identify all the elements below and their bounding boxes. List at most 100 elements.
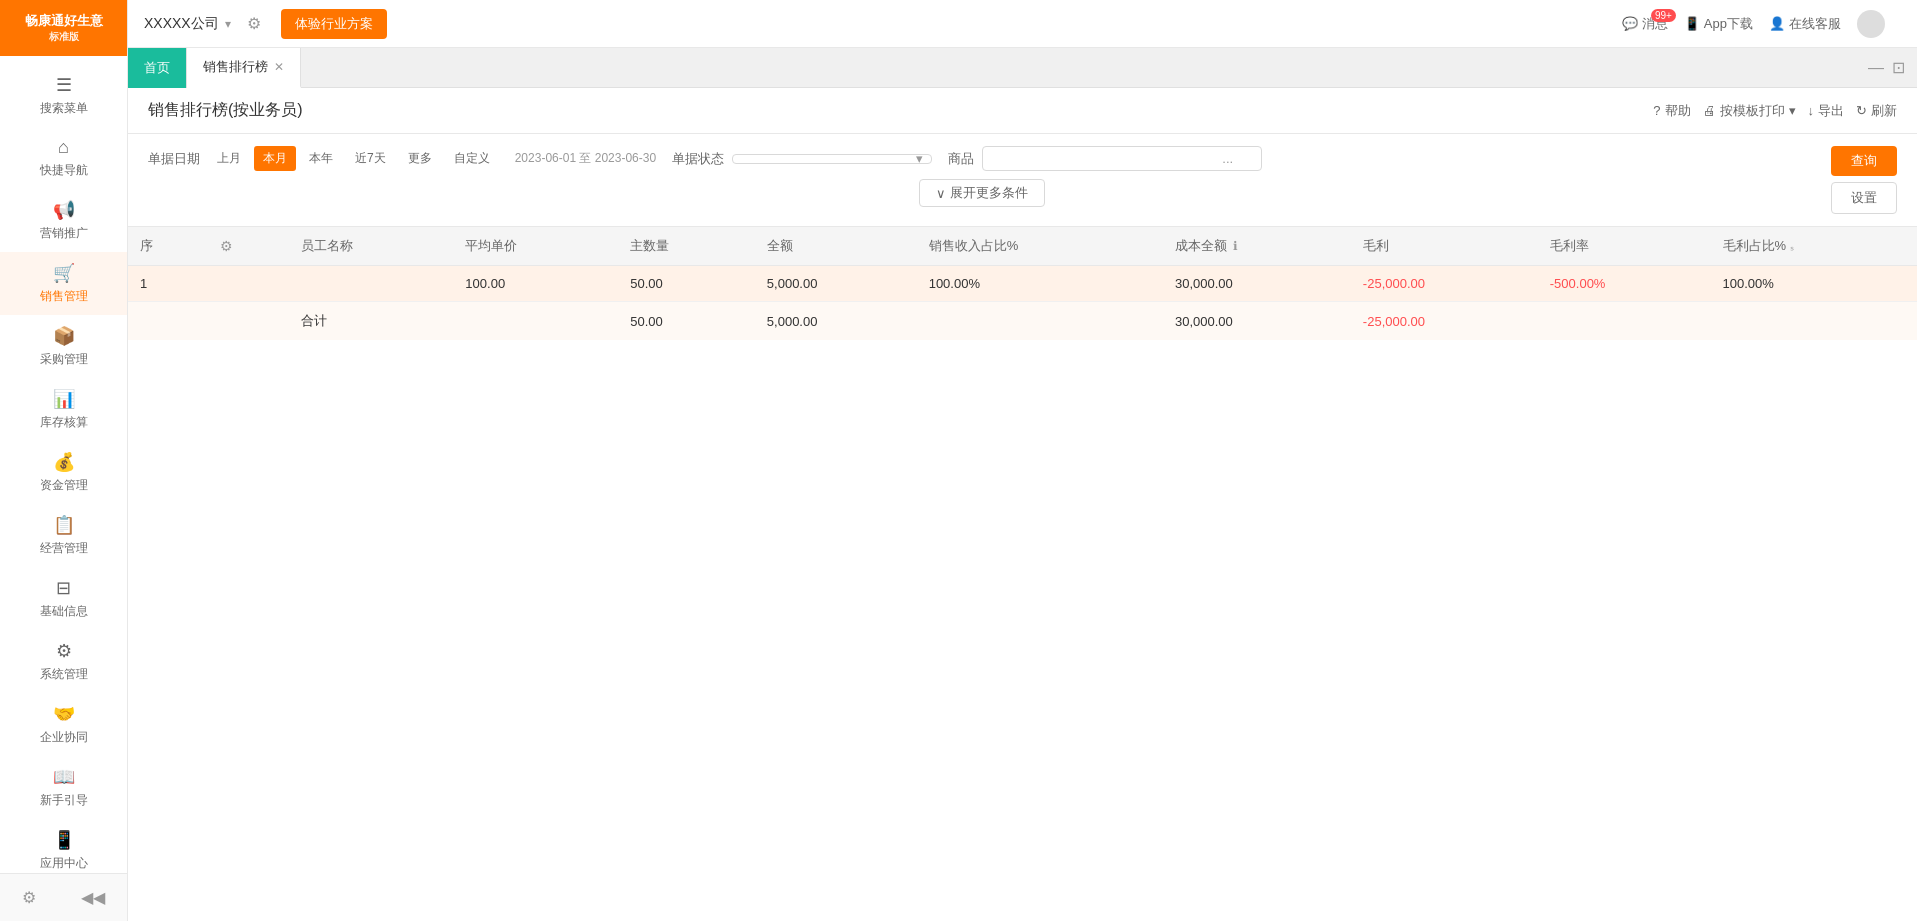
sidebar-item-应用中心[interactable]: 📱 应用中心 xyxy=(0,819,127,873)
status-filter: 单据状态 ▾ xyxy=(672,150,932,168)
status-select[interactable]: ▾ xyxy=(732,154,932,164)
col-settings-icon[interactable]: ⚙ xyxy=(220,238,233,254)
button-panel: 查询 设置 xyxy=(1831,146,1897,214)
goods-label: 商品 xyxy=(948,150,974,168)
date-tab-本月[interactable]: 本月 xyxy=(254,146,296,171)
date-tab-近7天[interactable]: 近7天 xyxy=(346,146,395,171)
gear-icon[interactable]: ⚙ xyxy=(247,14,261,33)
cost-help-icon[interactable]: ℹ xyxy=(1233,239,1238,253)
date-tab-本年[interactable]: 本年 xyxy=(300,146,342,171)
sidebar-item-搜索菜单[interactable]: ☰搜索菜单 xyxy=(0,64,127,127)
sidebar-item-label: 库存核算 xyxy=(40,414,88,431)
filter-expand-row: ∨ 展开更多条件 xyxy=(148,171,1815,207)
sidebar-item-label: 应用中心 xyxy=(40,855,88,872)
footer-amount: 5,000.00 xyxy=(755,302,917,341)
refresh-icon: ↻ xyxy=(1856,103,1867,118)
export-button[interactable]: ↓ 导出 xyxy=(1808,102,1845,120)
date-tab-自定义[interactable]: 自定义 xyxy=(445,146,499,171)
sidebar-item-label: 企业协同 xyxy=(40,729,88,746)
sidebar-item-基础信息[interactable]: ⊟基础信息 xyxy=(0,567,127,630)
online-service-button[interactable]: 👤 在线客服 xyxy=(1769,15,1841,33)
app-label: App下载 xyxy=(1704,15,1753,33)
sidebar-item-系统管理[interactable]: ⚙系统管理 xyxy=(0,630,127,693)
service-label: 在线客服 xyxy=(1789,15,1841,33)
page-actions: ? 帮助 🖨 按模板打印 ▾ ↓ 导出 ↻ 刷新 xyxy=(1653,102,1897,120)
col-amount: 全额 xyxy=(755,227,917,266)
data-table: 序 ⚙ 员工名称 平均单价 主数量 全额 销售收入占比% 成本全额 ℹ xyxy=(128,227,1917,340)
date-filter: 单据日期 上月本月本年近7天更多自定义 2023-06-01 至 2023-06… xyxy=(148,146,656,171)
app-logo: 畅康通好生意 标准版 xyxy=(0,0,127,56)
sidebar-item-企业协同[interactable]: 🤝 企业协同 xyxy=(0,693,127,756)
footer-empty-4 xyxy=(917,302,1163,341)
filter-row-1: 单据日期 上月本月本年近7天更多自定义 2023-06-01 至 2023-06… xyxy=(148,146,1815,171)
sidebar-item-快捷导航[interactable]: ⌂快捷导航 xyxy=(0,127,127,189)
date-tab-更多[interactable]: 更多 xyxy=(399,146,441,171)
table-wrapper: 序 ⚙ 员工名称 平均单价 主数量 全额 销售收入占比% 成本全额 ℹ xyxy=(128,227,1917,921)
sidebar-icon: 📢 xyxy=(53,199,75,221)
content-area: 销售排行榜(按业务员) ? 帮助 🖨 按模板打印 ▾ ↓ 导出 ↻ 刷新 xyxy=(128,88,1917,921)
sidebar-item-营销推广[interactable]: 📢营销推广 xyxy=(0,189,127,252)
date-tabs: 上月本月本年近7天更多自定义 xyxy=(208,146,499,171)
sidebar-item-库存核算[interactable]: 📊库存核算 xyxy=(0,378,127,441)
sidebar-item-label: 系统管理 xyxy=(40,666,88,683)
sidebar-item-label: 搜索菜单 xyxy=(40,100,88,117)
refresh-button[interactable]: ↻ 刷新 xyxy=(1856,102,1897,120)
cell-avg-price: 100.00 xyxy=(453,266,618,302)
message-button[interactable]: 💬 消息 99+ xyxy=(1622,15,1668,33)
footer-empty-3 xyxy=(453,302,618,341)
company-name: XXXXX公司 xyxy=(144,15,219,33)
tab-close-icon[interactable]: ✕ xyxy=(274,60,284,74)
date-tab-上月[interactable]: 上月 xyxy=(208,146,250,171)
collapse-icon[interactable]: ◀◀ xyxy=(81,888,105,907)
footer-quantity: 50.00 xyxy=(618,302,755,341)
col-avg-price: 平均单价 xyxy=(453,227,618,266)
help-icon: ? xyxy=(1653,103,1660,118)
sidebar-item-采购管理[interactable]: 📦采购管理 xyxy=(0,315,127,378)
maximize-icon[interactable]: ⊡ xyxy=(1892,58,1905,77)
company-arrow-icon: ▾ xyxy=(225,17,231,31)
app-download-button[interactable]: 📱 App下载 xyxy=(1684,15,1753,33)
settings-bottom-icon[interactable]: ⚙ xyxy=(22,888,36,907)
sidebar-icon: 💰 xyxy=(53,451,75,473)
query-button[interactable]: 查询 xyxy=(1831,146,1897,176)
trial-button[interactable]: 体验行业方案 xyxy=(281,9,387,39)
print-icon: 🖨 xyxy=(1703,103,1716,118)
sidebar-item-新手引导[interactable]: 📖新手引导 xyxy=(0,756,127,819)
cell-amount: 5,000.00 xyxy=(755,266,917,302)
expand-down-icon: ∨ xyxy=(936,186,946,201)
gross-pct-help-icon[interactable]: ₛ xyxy=(1790,240,1794,252)
tab-home[interactable]: 首页 xyxy=(128,48,187,88)
col-quantity: 主数量 xyxy=(618,227,755,266)
company-selector[interactable]: XXXXX公司 ▾ xyxy=(144,15,231,33)
cell-quantity: 50.00 xyxy=(618,266,755,302)
help-button[interactable]: ? 帮助 xyxy=(1653,102,1690,120)
minimize-icon[interactable]: — xyxy=(1868,59,1884,77)
avatar[interactable] xyxy=(1857,10,1885,38)
footer-gross: -25,000.00 xyxy=(1351,302,1538,341)
page-title: 销售排行榜(按业务员) xyxy=(148,100,303,121)
table-header-row: 序 ⚙ 员工名称 平均单价 主数量 全额 销售收入占比% 成本全额 ℹ xyxy=(128,227,1917,266)
goods-input[interactable]: ... xyxy=(982,146,1262,171)
logo-line1: 畅康通好生意 xyxy=(25,12,103,30)
expand-button[interactable]: ∨ 展开更多条件 xyxy=(919,179,1045,207)
cell-gross-rate: -500.00% xyxy=(1538,266,1711,302)
print-button[interactable]: 🖨 按模板打印 ▾ xyxy=(1703,102,1796,120)
sidebar-item-经营管理[interactable]: 📋经营管理 xyxy=(0,504,127,567)
tab-sales-ranking[interactable]: 销售排行榜 ✕ xyxy=(187,48,301,88)
col-cost: 成本全额 ℹ xyxy=(1163,227,1351,266)
status-label: 单据状态 xyxy=(672,150,724,168)
footer-empty-1 xyxy=(128,302,208,341)
col-index: 序 xyxy=(128,227,208,266)
sidebar-icon: 📖 xyxy=(53,766,75,788)
sidebar-item-label: 资金管理 xyxy=(40,477,88,494)
settings-button[interactable]: 设置 xyxy=(1831,182,1897,214)
cell-settings xyxy=(208,266,288,302)
sidebar-icon: 📱 xyxy=(53,829,75,851)
sidebar-icon: 🤝 xyxy=(53,703,75,725)
sidebar-item-资金管理[interactable]: 💰 资金管理 xyxy=(0,441,127,504)
page-header: 销售排行榜(按业务员) ? 帮助 🖨 按模板打印 ▾ ↓ 导出 ↻ 刷新 xyxy=(128,88,1917,134)
sidebar-item-销售管理[interactable]: 🛒销售管理 xyxy=(0,252,127,315)
message-icon: 💬 xyxy=(1622,16,1638,31)
goods-more-icon[interactable]: ... xyxy=(1222,151,1233,166)
cell-index: 1 xyxy=(128,266,208,302)
